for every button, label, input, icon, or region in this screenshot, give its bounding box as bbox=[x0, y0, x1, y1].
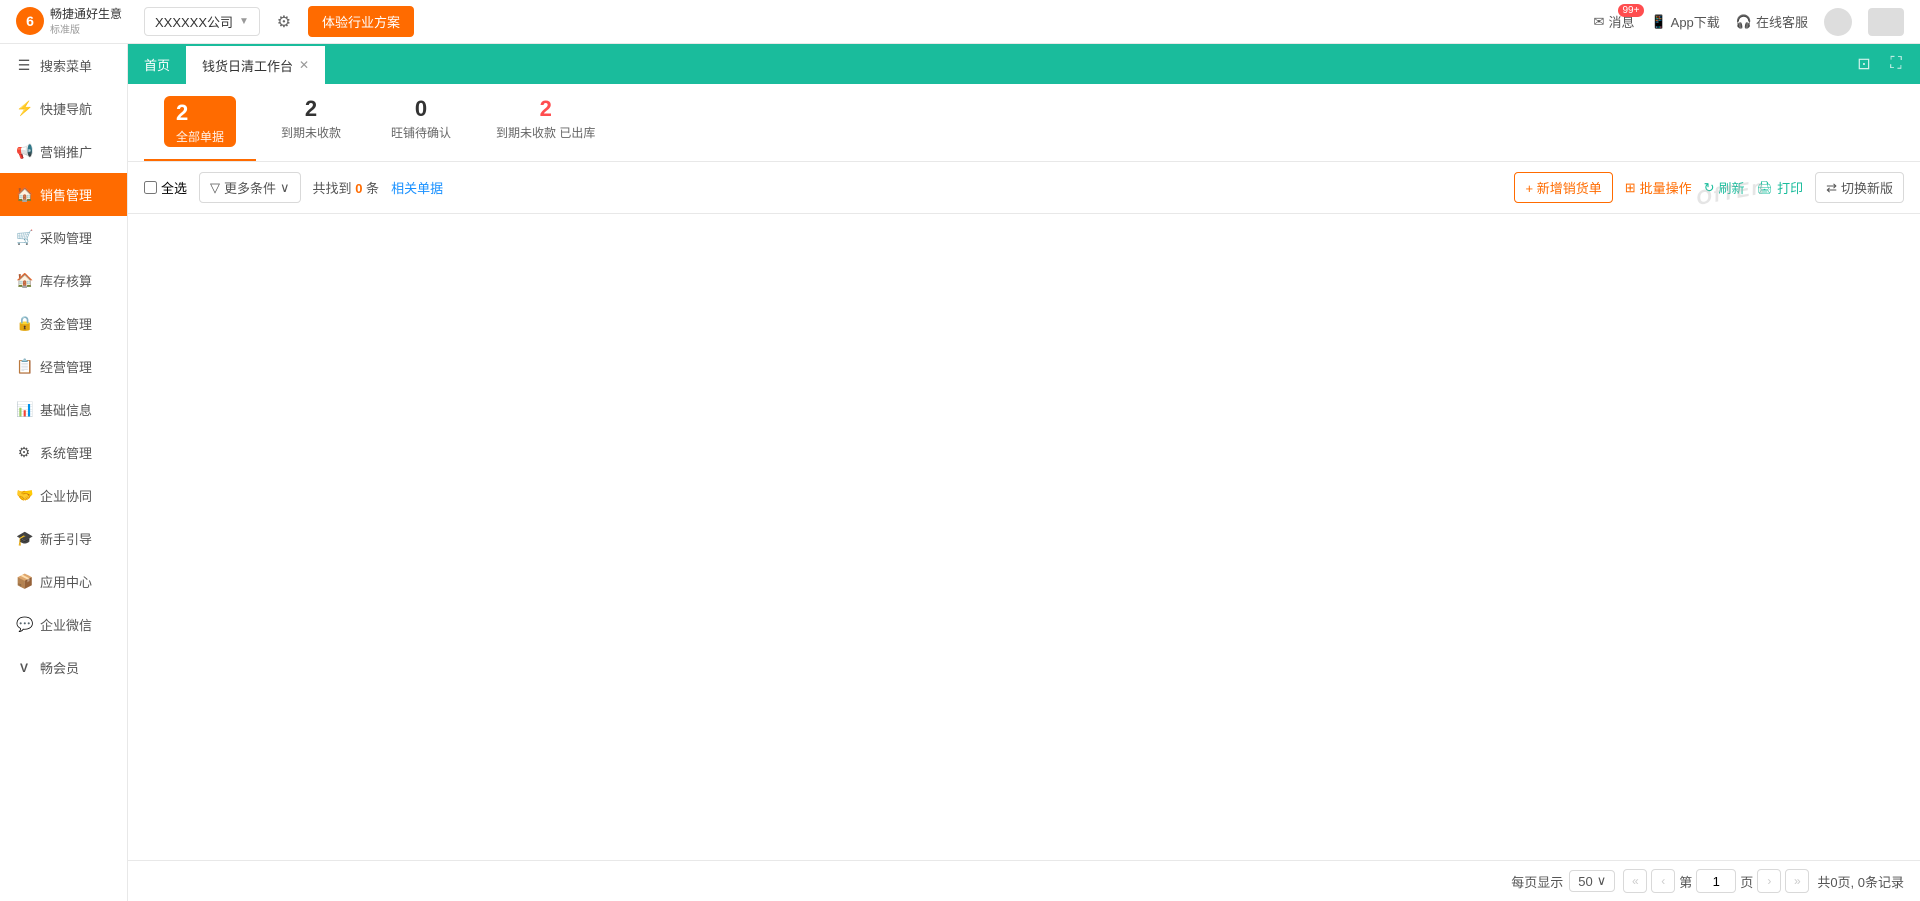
sales-icon: 🏠 bbox=[16, 186, 32, 203]
enterprise-icon: 🤝 bbox=[16, 487, 32, 504]
online-service-btn[interactable]: 🎧 在线客服 bbox=[1736, 12, 1808, 31]
company-selector[interactable]: XXXXXX公司 ▼ bbox=[144, 7, 260, 36]
switch-icon: ⇄ bbox=[1826, 180, 1837, 196]
pagination-bar: 每页显示 50 ∨ « ‹ 第 页 › » 共0页, 0条记录 bbox=[128, 860, 1920, 901]
sidebar-item-shortcut[interactable]: ⚡ 快捷导航 bbox=[0, 87, 127, 130]
sidebar: ☰ 搜索菜单 ⚡ 快捷导航 📢 营销推广 🏠 销售管理 🛒 采购管理 🏠 库存核… bbox=[0, 44, 128, 901]
member-icon: V bbox=[16, 661, 32, 675]
toolbar-right: + 新增销货单 ⊞ 批量操作 ↻ 刷新 🖨 打印 ⇄ 切换新版 bbox=[1514, 172, 1904, 203]
sidebar-item-base[interactable]: 📊 基础信息 bbox=[0, 388, 127, 431]
base-icon: 📊 bbox=[16, 401, 32, 418]
main-content: 2 全部单据 2 到期未收款 0 旺铺待确认 2 到期未收款 已出库 全选 ▽ … bbox=[128, 84, 1920, 901]
page-size-arrow-icon: ∨ bbox=[1597, 873, 1607, 889]
messages-btn[interactable]: ✉ 消息 99+ bbox=[1594, 12, 1635, 31]
sidebar-item-sales[interactable]: 🏠 销售管理 bbox=[0, 173, 127, 216]
add-sales-order-btn[interactable]: + 新增销货单 bbox=[1514, 172, 1612, 203]
tab-home[interactable]: 首页 bbox=[128, 44, 186, 84]
sidebar-item-search[interactable]: ☰ 搜索菜单 bbox=[0, 44, 127, 87]
print-icon: 🖨 bbox=[1757, 180, 1774, 196]
stat-tab-wangpu[interactable]: 0 旺铺待确认 bbox=[366, 84, 476, 161]
tab-expand-btn[interactable]: ⛶ bbox=[1884, 52, 1908, 76]
sidebar-item-enterprise[interactable]: 🤝 企业协同 bbox=[0, 474, 127, 517]
experience-btn[interactable]: 体验行业方案 bbox=[308, 6, 414, 37]
service-icon: 🎧 bbox=[1736, 14, 1752, 30]
logo-area: 6 畅捷通好生意 标准版 bbox=[16, 7, 144, 36]
sidebar-item-operations[interactable]: 📋 经营管理 bbox=[0, 345, 127, 388]
tab-close-icon[interactable]: ✕ bbox=[299, 58, 309, 72]
prev-page-btn[interactable]: ‹ bbox=[1651, 869, 1675, 893]
download-icon: 📱 bbox=[1650, 14, 1666, 30]
sidebar-item-marketing[interactable]: 📢 营销推广 bbox=[0, 130, 127, 173]
message-badge: 99+ bbox=[1618, 4, 1645, 17]
page-size-select-box[interactable]: 50 ∨ bbox=[1569, 870, 1615, 892]
finance-icon: 🔒 bbox=[16, 315, 32, 332]
company-dropdown-arrow: ▼ bbox=[239, 16, 249, 27]
page-size-selector: 每页显示 50 ∨ bbox=[1511, 870, 1615, 892]
print-btn[interactable]: 🖨 打印 bbox=[1757, 178, 1804, 197]
user-menu[interactable] bbox=[1868, 8, 1904, 36]
filter-btn[interactable]: ▽ 更多条件 ∨ bbox=[199, 172, 301, 203]
sidebar-item-newbie[interactable]: 🎓 新手引导 bbox=[0, 517, 127, 560]
system-icon: ⚙ bbox=[16, 444, 32, 461]
refresh-icon: ↻ bbox=[1704, 180, 1715, 196]
sidebar-item-inventory[interactable]: 🏠 库存核算 bbox=[0, 259, 127, 302]
logo-icon: 6 bbox=[16, 7, 44, 35]
app-download-btn[interactable]: 📱 App下载 bbox=[1650, 12, 1719, 31]
sidebar-item-purchase[interactable]: 🛒 采购管理 bbox=[0, 216, 127, 259]
tab-bar: 首页 钱货日清工作台 ✕ ⊡ ⛶ bbox=[128, 44, 1920, 84]
page-nav: « ‹ 第 页 › » bbox=[1623, 869, 1809, 893]
operations-icon: 📋 bbox=[16, 358, 32, 375]
found-text: 共找到 0 条 bbox=[313, 178, 380, 197]
last-page-btn[interactable]: » bbox=[1785, 869, 1809, 893]
purchase-icon: 🛒 bbox=[16, 229, 32, 246]
sidebar-item-wechat[interactable]: 💬 企业微信 bbox=[0, 603, 127, 646]
filter-icon: ▽ bbox=[210, 180, 220, 196]
refresh-btn[interactable]: ↻ 刷新 bbox=[1704, 178, 1745, 197]
sidebar-item-appstore[interactable]: 📦 应用中心 bbox=[0, 560, 127, 603]
newbie-icon: 🎓 bbox=[16, 530, 32, 547]
shortcut-icon: ⚡ bbox=[16, 100, 32, 117]
stats-tabs: 2 全部单据 2 到期未收款 0 旺铺待确认 2 到期未收款 已出库 bbox=[128, 84, 1920, 162]
message-icon: ✉ bbox=[1594, 14, 1605, 30]
logo-text: 畅捷通好生意 标准版 bbox=[50, 7, 122, 36]
search-icon: ☰ bbox=[16, 57, 32, 74]
batch-op-btn[interactable]: ⊞ 批量操作 bbox=[1625, 178, 1692, 197]
toolbar: 全选 ▽ 更多条件 ∨ 共找到 0 条 相关单据 + 新增销货单 ⊞ 批量操作 … bbox=[128, 162, 1920, 214]
tab-minimize-btn[interactable]: ⊡ bbox=[1852, 52, 1876, 76]
marketing-icon: 📢 bbox=[16, 143, 32, 160]
sidebar-item-finance[interactable]: 🔒 资金管理 bbox=[0, 302, 127, 345]
top-bar: 6 畅捷通好生意 标准版 XXXXXX公司 ▼ ⚙ 体验行业方案 ✉ 消息 99… bbox=[0, 0, 1920, 44]
page-number-input[interactable] bbox=[1696, 869, 1736, 893]
wechat-icon: 💬 bbox=[16, 616, 32, 633]
stat-tab-overdue[interactable]: 2 到期未收款 bbox=[256, 84, 366, 161]
sidebar-item-system[interactable]: ⚙ 系统管理 bbox=[0, 431, 127, 474]
select-all-input[interactable] bbox=[144, 181, 157, 194]
related-orders-link[interactable]: 相关单据 bbox=[391, 178, 443, 197]
content-area bbox=[128, 214, 1920, 860]
page-total: 共0页, 0条记录 bbox=[1817, 872, 1904, 891]
filter-chevron-icon: ∨ bbox=[280, 180, 290, 196]
inventory-icon: 🏠 bbox=[16, 272, 32, 289]
tab-cashflow[interactable]: 钱货日清工作台 ✕ bbox=[186, 44, 325, 84]
sidebar-item-member[interactable]: V 畅会员 bbox=[0, 646, 127, 689]
top-right-area: ✉ 消息 99+ 📱 App下载 🎧 在线客服 bbox=[1594, 8, 1904, 36]
toolbar-left: 全选 ▽ 更多条件 ∨ 共找到 0 条 相关单据 bbox=[144, 172, 1502, 203]
stat-tab-overdue-shipped[interactable]: 2 到期未收款 已出库 bbox=[476, 84, 615, 161]
tab-bar-actions: ⊡ ⛶ bbox=[1852, 52, 1920, 76]
first-page-btn[interactable]: « bbox=[1623, 869, 1647, 893]
batch-icon: ⊞ bbox=[1625, 180, 1636, 196]
avatar[interactable] bbox=[1824, 8, 1852, 36]
select-all-checkbox[interactable]: 全选 bbox=[144, 178, 187, 197]
switch-version-btn[interactable]: ⇄ 切换新版 bbox=[1815, 172, 1904, 203]
stat-tab-all[interactable]: 2 全部单据 bbox=[144, 84, 256, 161]
appstore-icon: 📦 bbox=[16, 573, 32, 590]
next-page-btn[interactable]: › bbox=[1757, 869, 1781, 893]
settings-icon[interactable]: ⚙ bbox=[268, 6, 300, 38]
